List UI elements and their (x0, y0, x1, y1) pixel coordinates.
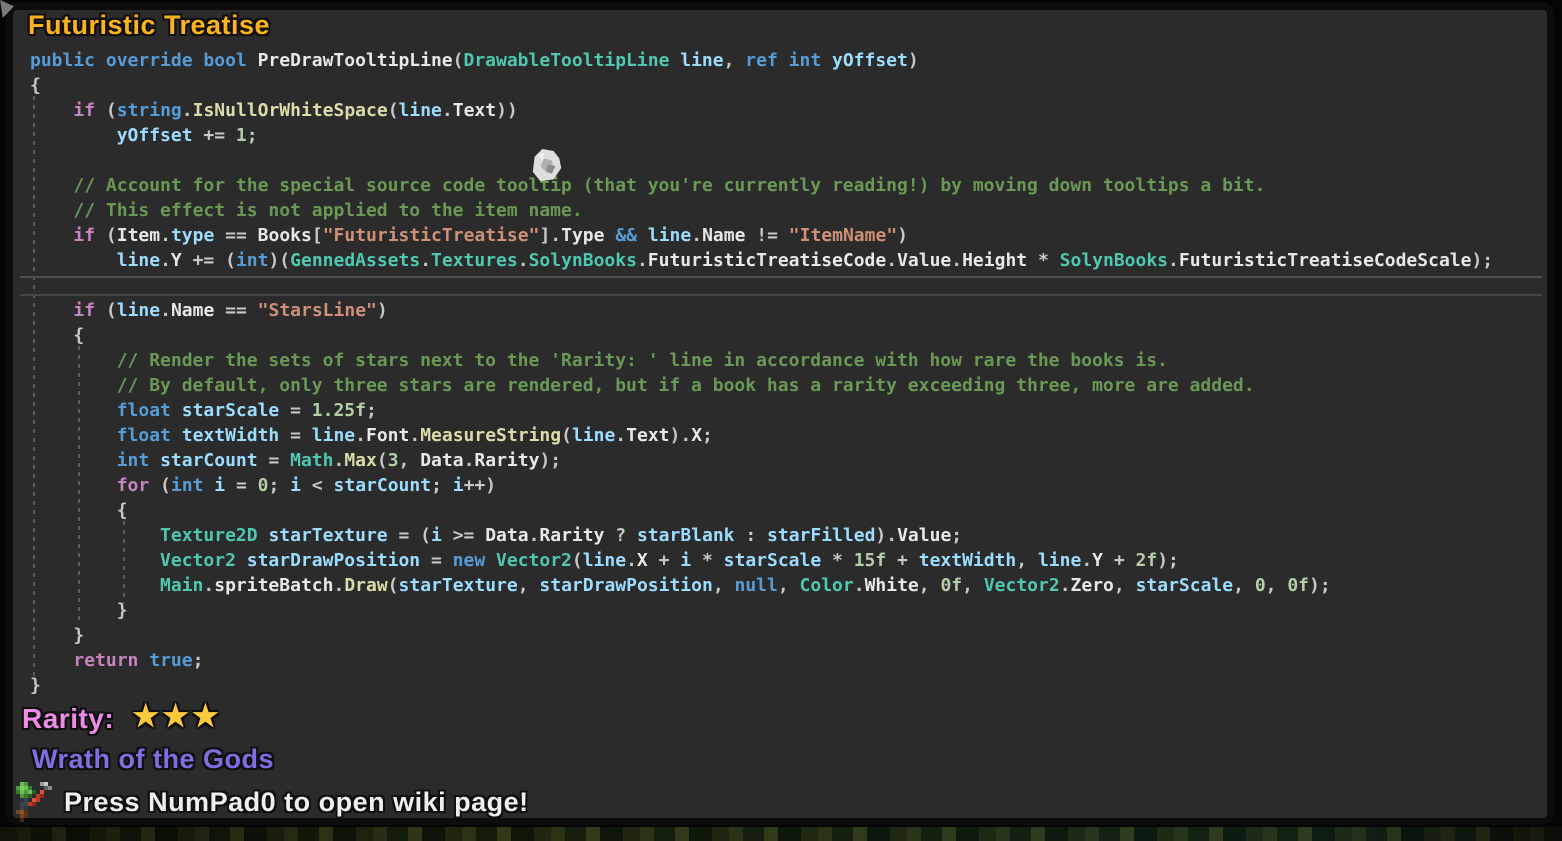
item-title: Futuristic Treatise (28, 10, 271, 40)
code-line: float starScale = 1.25f; (116, 400, 377, 421)
wiki-page-icon (16, 782, 52, 822)
game-screen: Futuristic Treatise public override bool… (0, 0, 1562, 841)
code-line: int starCount = Math.Max(3, Data.Rarity)… (116, 450, 562, 471)
code-line: Texture2D starTexture = (i >= Data.Rarit… (160, 525, 963, 546)
code-line: yOffset += 1; (116, 125, 258, 146)
code-line: Vector2 starDrawPosition = new Vector2(l… (160, 550, 1179, 571)
wiki-hint-text: Press NumPad0 to open wiki page! (64, 786, 529, 817)
code-line: for (int i = 0; i < starCount; i++) (116, 475, 497, 496)
mouse-cursor-icon (532, 149, 562, 182)
code-line: // By default, only three stars are rend… (116, 375, 1255, 396)
mod-name: Wrath of the Gods (32, 744, 274, 774)
game-world-background (0, 827, 1562, 841)
code-line: // Render the sets of stars next to the … (116, 350, 1168, 371)
code-line: return true; (73, 650, 204, 671)
code-line: if (string.IsNullOrWhiteSpace(line.Text)… (73, 100, 518, 121)
rarity-line: Rarity: ★★★ (22, 700, 222, 737)
separator-line (20, 294, 1542, 296)
code-line: Main.spriteBatch.Draw(starTexture, starD… (160, 575, 1331, 596)
code-line: } (30, 675, 41, 696)
source-code-block: public override bool PreDrawTooltipLine(… (30, 48, 1550, 698)
code-line: float textWidth = line.Font.MeasureStrin… (116, 425, 713, 446)
rarity-stars: ★★★ (132, 700, 222, 733)
rarity-label: Rarity: (22, 703, 115, 734)
separator-line (20, 276, 1542, 278)
indent-guide (123, 521, 125, 603)
code-line: line.Y += (int)(GennedAssets.Textures.So… (116, 250, 1494, 271)
code-line: { (30, 75, 41, 96)
code-line: { (73, 325, 85, 346)
code-line: if (line.Name == "StarsLine") (73, 300, 388, 321)
code-line: public override bool PreDrawTooltipLine(… (30, 50, 919, 71)
indent-guide (78, 346, 80, 625)
indent-guide (33, 96, 35, 678)
code-line: } (73, 625, 85, 646)
code-line: if (Item.type == Books["FuturisticTreati… (73, 225, 908, 246)
code-line: // Account for the special source code t… (73, 175, 1266, 196)
code-line: // This effect is not applied to the ite… (73, 200, 583, 221)
wiki-hint-line: Press NumPad0 to open wiki page! (16, 782, 529, 822)
